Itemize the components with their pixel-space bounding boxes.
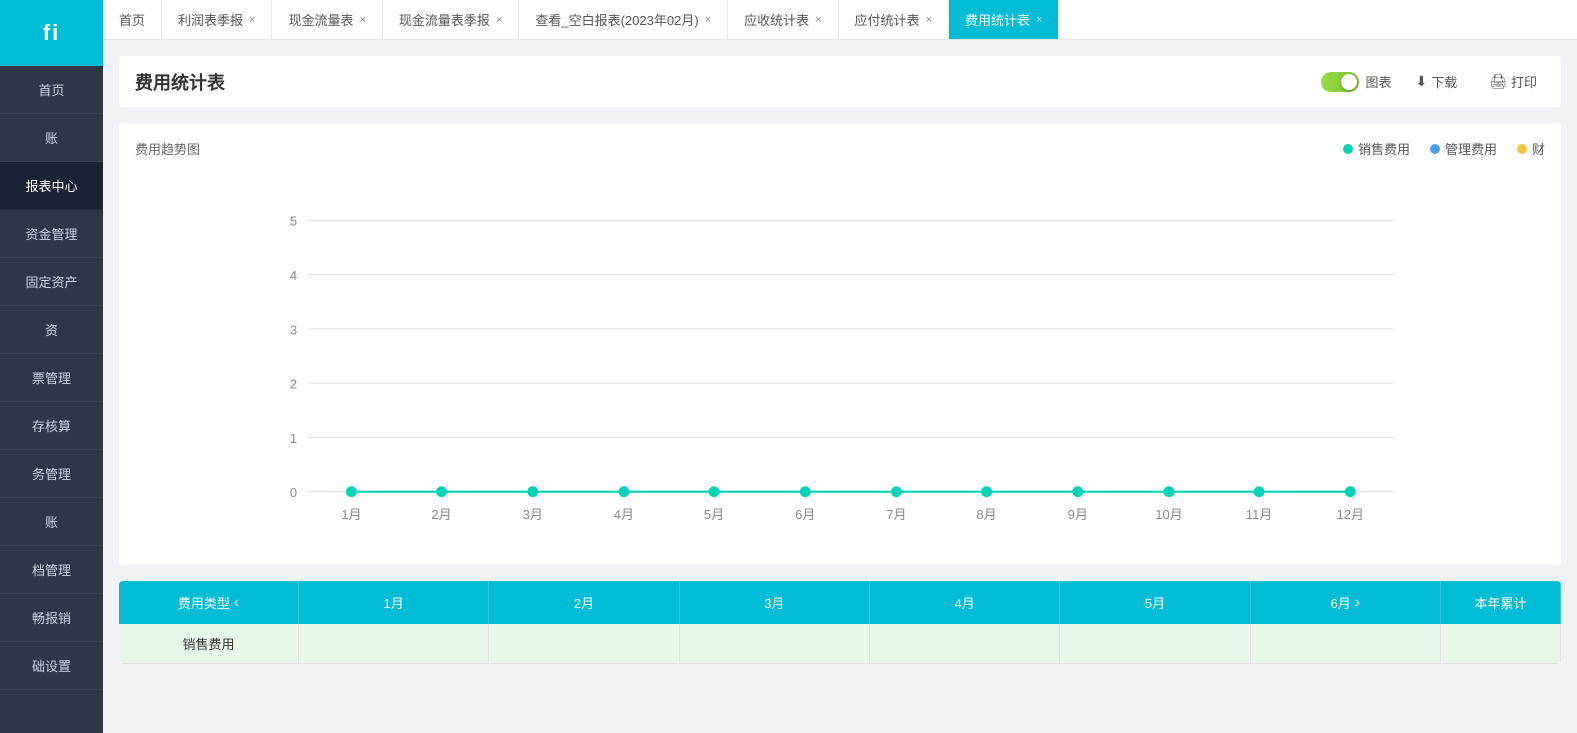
expense-table: 费用类型 ‹ 1月 2月 3月 4月 5月 bbox=[119, 581, 1561, 664]
sidebar-item-fixed-assets[interactable]: 固定资产 bbox=[0, 258, 103, 306]
legend-sales: 销售费用 bbox=[1343, 139, 1410, 158]
page-content: 费用统计表 图表 ⬇ 下载 🖨 打印 费用趋势图 bbox=[103, 40, 1577, 733]
sidebar-item-expense[interactable]: 畅报销 bbox=[0, 594, 103, 642]
svg-text:12月: 12月 bbox=[1337, 507, 1365, 522]
sidebar-item-ticket-mgmt[interactable]: 票管理 bbox=[0, 354, 103, 402]
col-header-total: 本年累计 bbox=[1441, 581, 1561, 624]
svg-text:3: 3 bbox=[290, 322, 297, 337]
legend-label-mgmt: 管理费用 bbox=[1445, 139, 1497, 158]
col-header-m6: 6月 › bbox=[1251, 581, 1441, 624]
tab-close-payable[interactable]: × bbox=[926, 14, 932, 26]
trend-chart: 0 1 2 3 4 5 1月 2月 3月 4月 5月 6月 7月 8月 9月 1… bbox=[135, 166, 1545, 546]
print-button[interactable]: 🖨 打印 bbox=[1481, 68, 1545, 95]
sidebar-logo: fi bbox=[0, 0, 103, 66]
table-row: 销售费用 bbox=[119, 624, 1561, 664]
sidebar-item-archive-mgmt[interactable]: 档管理 bbox=[0, 546, 103, 594]
chart-toggle-label: 图表 bbox=[1365, 72, 1391, 91]
cell-m6-sales bbox=[1251, 624, 1441, 663]
header-actions: 图表 ⬇ 下载 🖨 打印 bbox=[1321, 68, 1545, 95]
svg-text:4: 4 bbox=[290, 268, 297, 283]
tab-cashflow[interactable]: 现金流量表 × bbox=[272, 0, 382, 40]
chart-title: 费用趋势图 bbox=[135, 139, 200, 158]
svg-text:4月: 4月 bbox=[614, 507, 634, 522]
chart-toggle[interactable] bbox=[1321, 72, 1359, 92]
sidebar-item-ledger[interactable]: 账 bbox=[0, 498, 103, 546]
chart-legend: 销售费用 管理费用 财 bbox=[1343, 139, 1545, 158]
chart-header: 费用趋势图 销售费用 管理费用 财 bbox=[135, 139, 1545, 158]
svg-text:1: 1 bbox=[290, 431, 297, 446]
sidebar-item-account[interactable]: 账 bbox=[0, 114, 103, 162]
svg-text:8月: 8月 bbox=[976, 507, 996, 522]
svg-text:2: 2 bbox=[290, 377, 297, 392]
cell-m2-sales bbox=[489, 624, 679, 663]
download-button[interactable]: ⬇ 下载 bbox=[1407, 68, 1465, 95]
svg-text:11月: 11月 bbox=[1246, 507, 1273, 522]
page-title: 费用统计表 bbox=[135, 69, 225, 95]
legend-mgmt: 管理费用 bbox=[1430, 139, 1497, 158]
cell-m4-sales bbox=[870, 624, 1060, 663]
table-header-row: 费用类型 ‹ 1月 2月 3月 4月 5月 bbox=[119, 581, 1561, 624]
legend-label-finance: 财 bbox=[1532, 139, 1545, 158]
sidebar-item-assets[interactable]: 资 bbox=[0, 306, 103, 354]
tab-blank-report[interactable]: 查看_空白报表(2023年02月) × bbox=[519, 0, 728, 40]
tab-close-cashflow[interactable]: × bbox=[359, 14, 365, 26]
svg-text:0: 0 bbox=[290, 485, 297, 500]
tab-cashflow-quarterly[interactable]: 现金流量表季报 × bbox=[383, 0, 519, 40]
sidebar-item-inventory[interactable]: 存核算 bbox=[0, 402, 103, 450]
svg-text:3月: 3月 bbox=[523, 507, 543, 522]
sidebar: fi 首页 账 报表中心 资金管理 固定资产 资 票管理 存核算 务管理 账 档… bbox=[0, 0, 103, 733]
col-header-type: 费用类型 ‹ bbox=[119, 581, 299, 624]
legend-finance: 财 bbox=[1517, 139, 1545, 158]
tab-close-blank-report[interactable]: × bbox=[705, 14, 711, 26]
svg-text:5月: 5月 bbox=[704, 507, 724, 522]
tab-close-receivable[interactable]: × bbox=[815, 14, 821, 26]
svg-text:7月: 7月 bbox=[886, 507, 906, 522]
tab-close-profit-quarterly[interactable]: × bbox=[249, 14, 255, 26]
col-header-m4: 4月 bbox=[870, 581, 1060, 624]
cell-type-sales: 销售费用 bbox=[119, 624, 299, 663]
sidebar-item-service-mgmt[interactable]: 务管理 bbox=[0, 450, 103, 498]
tab-close-expense-stats[interactable]: × bbox=[1036, 14, 1042, 26]
legend-dot-mgmt bbox=[1430, 144, 1440, 154]
cell-m1-sales bbox=[299, 624, 489, 663]
col-header-m5: 5月 bbox=[1060, 581, 1250, 624]
tab-payable[interactable]: 应付统计表 × bbox=[839, 0, 949, 40]
sidebar-item-home[interactable]: 首页 bbox=[0, 66, 103, 114]
page-header: 费用统计表 图表 ⬇ 下载 🖨 打印 bbox=[119, 56, 1561, 107]
tab-home[interactable]: 首页 bbox=[103, 0, 162, 40]
chart-container: 费用趋势图 销售费用 管理费用 财 bbox=[119, 123, 1561, 565]
sidebar-item-report-center[interactable]: 报表中心 bbox=[0, 162, 103, 210]
cell-total-sales bbox=[1441, 624, 1561, 663]
print-icon: 🖨 bbox=[1489, 73, 1507, 90]
cell-m5-sales bbox=[1060, 624, 1250, 663]
svg-text:6月: 6月 bbox=[795, 507, 815, 522]
main-area: 首页 利润表季报 × 现金流量表 × 现金流量表季报 × 查看_空白报表(202… bbox=[103, 0, 1577, 733]
tab-bar: 首页 利润表季报 × 现金流量表 × 现金流量表季报 × 查看_空白报表(202… bbox=[103, 0, 1577, 40]
svg-text:1月: 1月 bbox=[341, 507, 361, 522]
next-months-button[interactable]: › bbox=[1355, 594, 1360, 612]
chart-toggle-wrap: 图表 bbox=[1321, 72, 1391, 92]
legend-dot-finance bbox=[1517, 144, 1527, 154]
sidebar-item-fund-mgmt[interactable]: 资金管理 bbox=[0, 210, 103, 258]
svg-text:9月: 9月 bbox=[1068, 507, 1088, 522]
sidebar-item-basic-settings[interactable]: 础设置 bbox=[0, 642, 103, 690]
tab-expense-stats[interactable]: 费用统计表 × bbox=[949, 0, 1059, 40]
download-icon: ⬇ bbox=[1415, 73, 1427, 90]
tab-profit-quarterly[interactable]: 利润表季报 × bbox=[162, 0, 272, 40]
svg-text:5: 5 bbox=[290, 214, 297, 229]
legend-label-sales: 销售费用 bbox=[1358, 139, 1410, 158]
legend-dot-sales bbox=[1343, 144, 1353, 154]
tab-close-cashflow-quarterly[interactable]: × bbox=[496, 14, 502, 26]
cell-m3-sales bbox=[680, 624, 870, 663]
prev-months-button[interactable]: ‹ bbox=[234, 594, 239, 612]
col-header-m1: 1月 bbox=[299, 581, 489, 624]
col-header-m3: 3月 bbox=[680, 581, 870, 624]
svg-text:2月: 2月 bbox=[431, 507, 451, 522]
col-header-m2: 2月 bbox=[489, 581, 679, 624]
svg-text:10月: 10月 bbox=[1155, 507, 1183, 522]
tab-receivable[interactable]: 应收统计表 × bbox=[728, 0, 838, 40]
